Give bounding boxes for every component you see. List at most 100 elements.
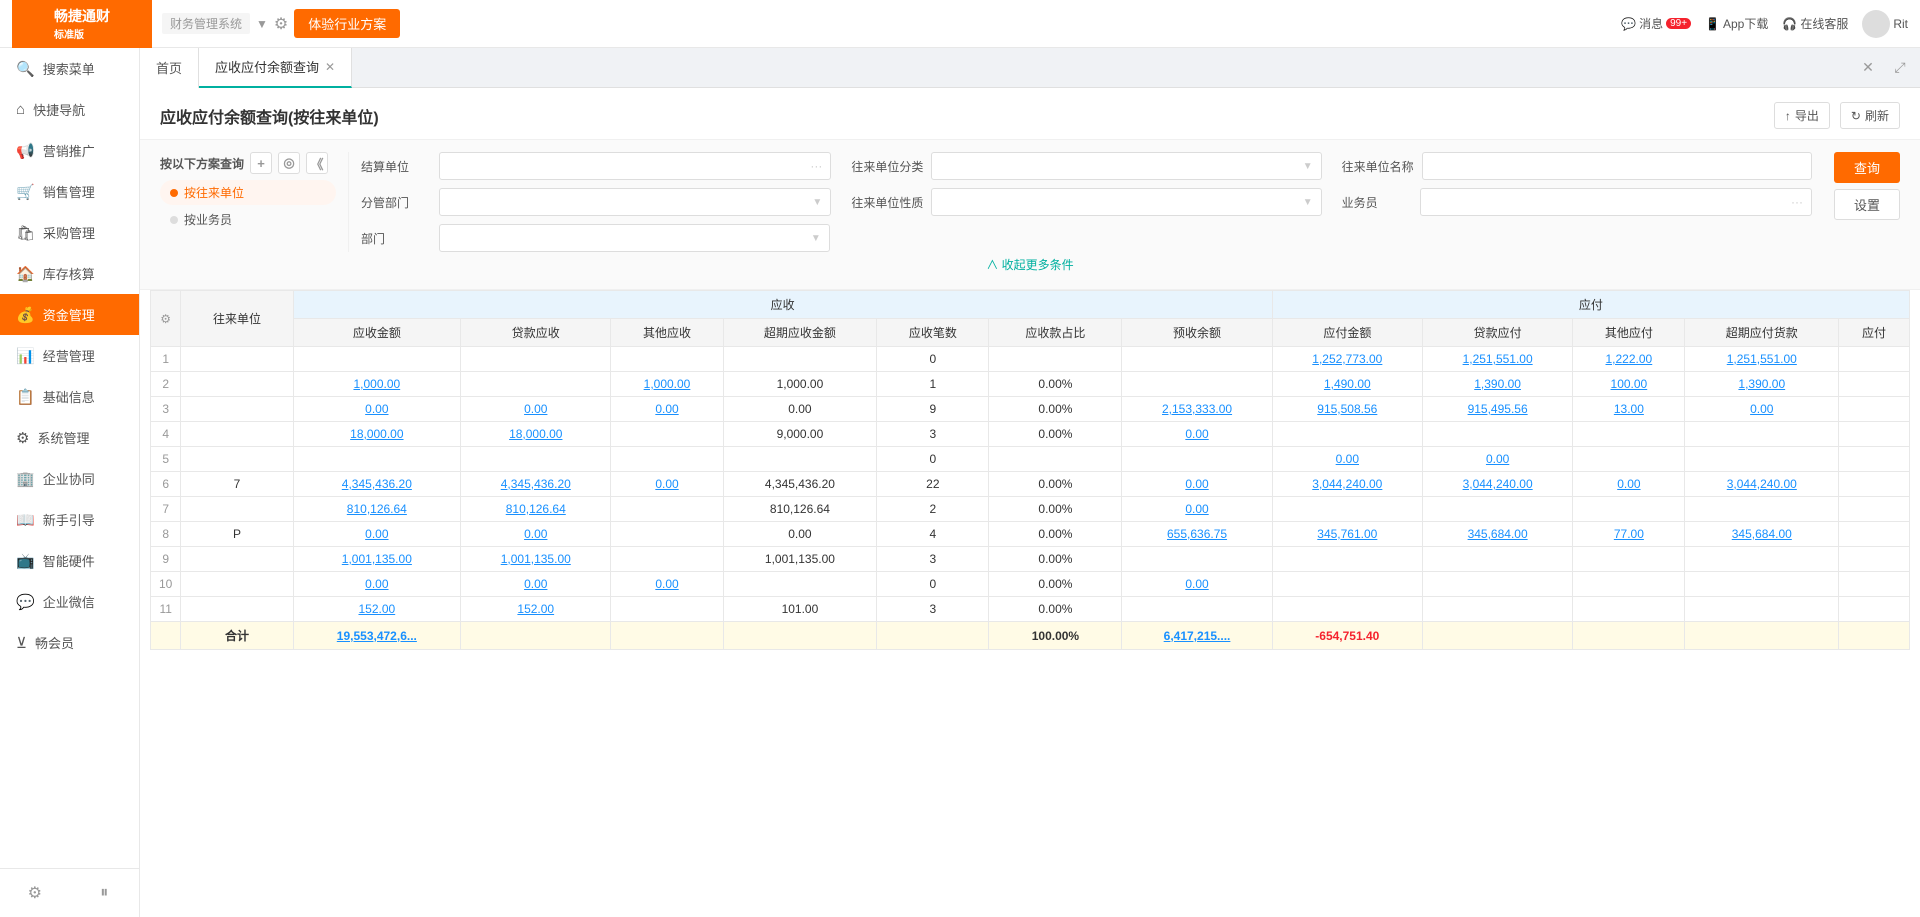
table-cell[interactable]: 3,044,240.00 [1422, 472, 1572, 497]
sidebar-item-marketing[interactable]: 📢 营销推广 [0, 130, 139, 171]
table-cell[interactable] [1122, 447, 1272, 472]
table-cell[interactable]: 100.00 [1573, 372, 1685, 397]
table-cell[interactable] [1573, 497, 1685, 522]
table-cell[interactable]: 1,251,551.00 [1685, 347, 1839, 372]
table-cell[interactable]: 0.00 [1122, 497, 1272, 522]
table-cell[interactable]: 1,490.00 [1272, 372, 1422, 397]
table-cell[interactable] [1685, 447, 1839, 472]
sidebar-item-quick-nav[interactable]: ⌂ 快捷导航 [0, 89, 139, 130]
table-cell[interactable]: 0.00 [1685, 397, 1839, 422]
salesperson-input[interactable]: ··· [1420, 188, 1812, 216]
gear-icon[interactable]: ⚙ [274, 14, 288, 34]
settlement-unit-input[interactable]: ··· [439, 152, 831, 180]
sidebar-item-finance[interactable]: 💰 资金管理 [0, 294, 139, 335]
sidebar-item-purchase[interactable]: 🛍 采购管理 [0, 212, 139, 253]
table-cell[interactable] [1272, 572, 1422, 597]
table-cell[interactable] [1422, 597, 1572, 622]
sidebar-collapse-btn[interactable]: ⏸ [88, 877, 120, 909]
sidebar-item-search-menu[interactable]: 🔍 搜索菜单 [0, 48, 139, 89]
table-cell[interactable] [1422, 422, 1572, 447]
partner-name-input[interactable] [1422, 152, 1812, 180]
department-input[interactable]: ▼ [439, 224, 830, 252]
table-cell[interactable] [1122, 547, 1272, 572]
table-cell[interactable]: 152.00 [293, 597, 461, 622]
table-cell[interactable] [1685, 572, 1839, 597]
table-cell[interactable]: 655,636.75 [1122, 522, 1272, 547]
table-cell[interactable]: 1,001,135.00 [461, 547, 611, 572]
table-cell[interactable] [611, 422, 723, 447]
table-cell[interactable]: 1,390.00 [1422, 372, 1572, 397]
dept-manager-input[interactable]: ▼ [439, 188, 831, 216]
sidebar-item-basic[interactable]: 📋 基础信息 [0, 376, 139, 417]
table-cell[interactable] [1685, 497, 1839, 522]
table-cell[interactable]: 18,000.00 [461, 422, 611, 447]
table-cell[interactable]: 1,222.00 [1573, 347, 1685, 372]
table-cell[interactable] [611, 497, 723, 522]
tab-home[interactable]: 首页 [140, 48, 199, 88]
table-cell[interactable] [1122, 597, 1272, 622]
table-cell[interactable]: 0.00 [611, 572, 723, 597]
table-cell[interactable] [1272, 497, 1422, 522]
sidebar-item-member[interactable]: ⊻ 畅会员 [0, 622, 139, 663]
table-cell[interactable]: 345,684.00 [1422, 522, 1572, 547]
table-cell[interactable]: 0.00 [611, 397, 723, 422]
table-cell[interactable] [1573, 597, 1685, 622]
table-cell[interactable] [1422, 572, 1572, 597]
table-cell[interactable] [293, 447, 461, 472]
partner-nature-input[interactable]: ▼ [931, 188, 1321, 216]
user-info[interactable]: Rit [1862, 10, 1908, 38]
table-cell[interactable] [611, 447, 723, 472]
table-cell[interactable] [461, 372, 611, 397]
solution-button[interactable]: 体验行业方案 [294, 9, 400, 38]
setting-button[interactable]: 设置 [1834, 189, 1900, 220]
table-cell[interactable]: 0.00 [293, 572, 461, 597]
table-cell[interactable] [611, 547, 723, 572]
table-cell[interactable]: 4,345,436.20 [293, 472, 461, 497]
table-cell[interactable]: 345,761.00 [1272, 522, 1422, 547]
table-cell[interactable] [1685, 597, 1839, 622]
add-scheme-btn[interactable]: + [250, 152, 272, 174]
table-cell[interactable]: 810,126.64 [293, 497, 461, 522]
tab-expand-btn[interactable]: ⤢ [1888, 56, 1912, 80]
table-cell[interactable]: 0.00 [1272, 447, 1422, 472]
total-yushou[interactable]: 6,417,215.... [1122, 622, 1272, 650]
table-cell[interactable] [461, 347, 611, 372]
table-cell[interactable]: 0.00 [293, 397, 461, 422]
tab-ar-ap[interactable]: 应收应付余额查询 ✕ [199, 48, 352, 88]
table-gear-icon[interactable]: ⚙ [159, 312, 172, 326]
table-cell[interactable]: 0.00 [461, 572, 611, 597]
th-settings[interactable]: ⚙ [151, 291, 181, 347]
table-cell[interactable] [1685, 547, 1839, 572]
table-cell[interactable] [461, 447, 611, 472]
online-service-btn[interactable]: 🎧 在线客服 [1782, 15, 1848, 32]
table-cell[interactable]: 3,044,240.00 [1272, 472, 1422, 497]
table-cell[interactable]: 0.00 [1422, 447, 1572, 472]
export-button[interactable]: ↑ 导出 [1774, 102, 1830, 129]
table-cell[interactable]: 1,252,773.00 [1272, 347, 1422, 372]
table-cell[interactable]: 345,684.00 [1685, 522, 1839, 547]
table-cell[interactable]: 0.00 [461, 522, 611, 547]
sidebar-item-wechat[interactable]: 💬 企业微信 [0, 581, 139, 622]
table-cell[interactable]: 1,001,135.00 [293, 547, 461, 572]
table-cell[interactable]: 18,000.00 [293, 422, 461, 447]
sidebar-item-hardware[interactable]: 📺 智能硬件 [0, 540, 139, 581]
table-cell[interactable]: 0.00 [1122, 422, 1272, 447]
table-cell[interactable]: 0.00 [1573, 472, 1685, 497]
table-cell[interactable]: 915,495.56 [1422, 397, 1572, 422]
table-cell[interactable]: 1,390.00 [1685, 372, 1839, 397]
table-cell[interactable] [293, 347, 461, 372]
tab-close-all-btn[interactable]: ✕ [1856, 56, 1880, 80]
sidebar-item-guide[interactable]: 📖 新手引导 [0, 499, 139, 540]
table-cell[interactable] [1573, 422, 1685, 447]
sidebar-item-system[interactable]: ⚙ 系统管理 [0, 417, 139, 458]
total-ys-je[interactable]: 19,553,472,6... [293, 622, 461, 650]
table-cell[interactable]: 0.00 [293, 522, 461, 547]
table-cell[interactable]: 0.00 [1122, 572, 1272, 597]
table-cell[interactable] [1573, 447, 1685, 472]
table-cell[interactable]: 4,345,436.20 [461, 472, 611, 497]
table-cell[interactable] [1573, 547, 1685, 572]
table-cell[interactable]: 0.00 [611, 472, 723, 497]
table-cell[interactable] [1422, 497, 1572, 522]
table-cell[interactable] [1272, 597, 1422, 622]
edit-scheme-btn[interactable]: ◎ [278, 152, 300, 174]
